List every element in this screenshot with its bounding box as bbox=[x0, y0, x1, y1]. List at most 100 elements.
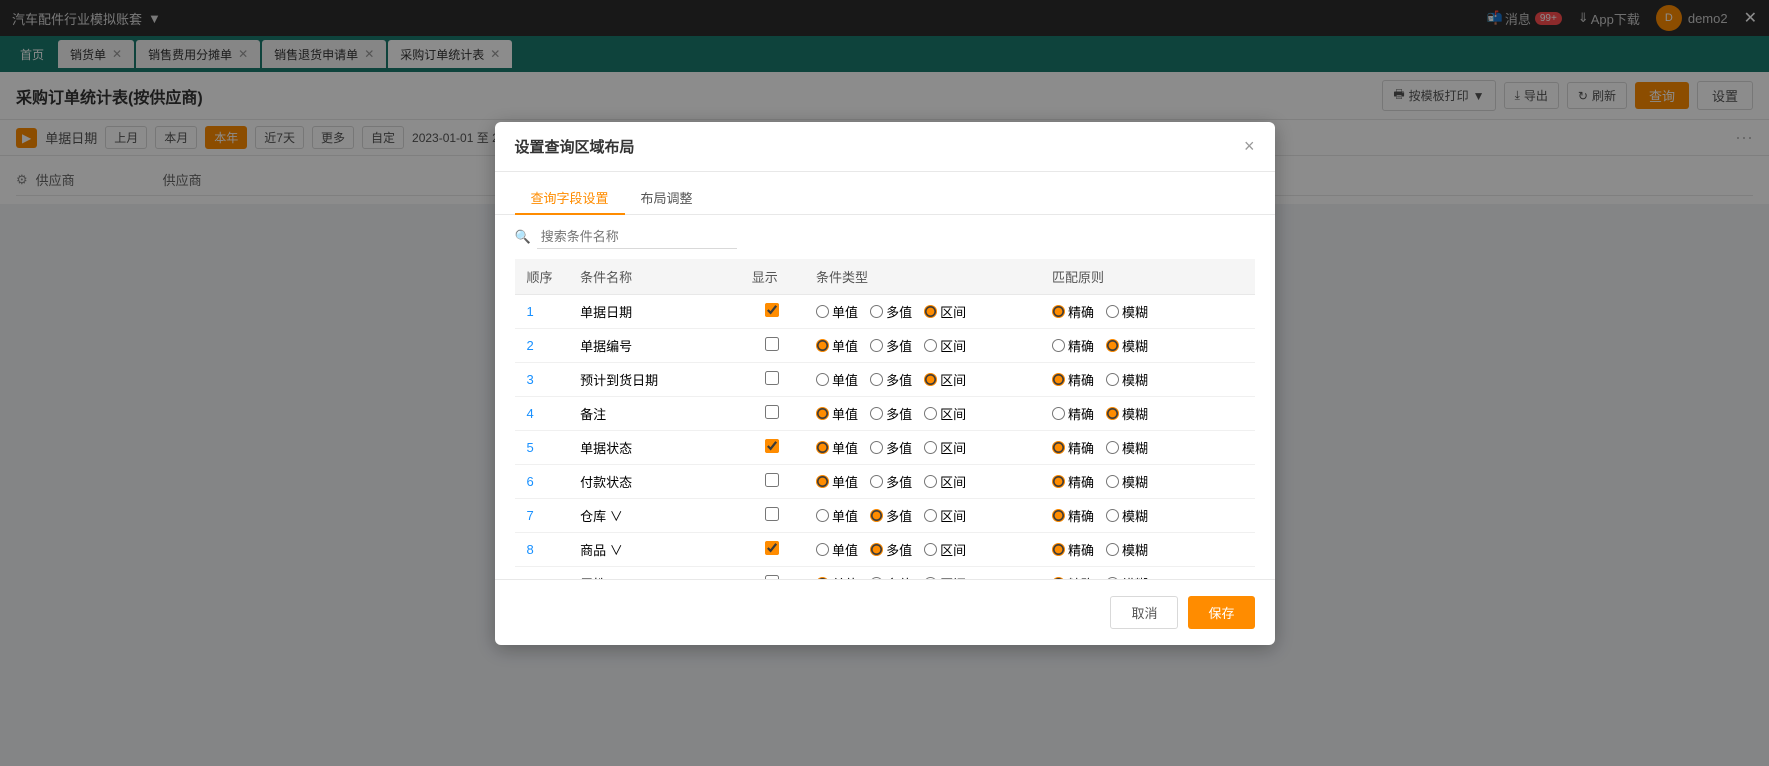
radio-item-multi[interactable]: 多值 bbox=[870, 336, 912, 355]
cell-show[interactable] bbox=[740, 294, 804, 328]
radio-item-range[interactable]: 区间 bbox=[924, 540, 966, 559]
radio-multi[interactable] bbox=[870, 305, 883, 318]
show-checkbox[interactable] bbox=[765, 541, 779, 555]
cell-show[interactable] bbox=[740, 396, 804, 430]
radio-item-fuzzy[interactable]: 模糊 bbox=[1106, 302, 1148, 321]
cell-show[interactable] bbox=[740, 464, 804, 498]
radio-single[interactable] bbox=[816, 407, 829, 420]
radio-single[interactable] bbox=[816, 543, 829, 556]
radio-multi[interactable] bbox=[870, 339, 883, 352]
radio-item-exact[interactable]: 精确 bbox=[1052, 438, 1094, 457]
dialog-tab-fields[interactable]: 查询字段设置 bbox=[515, 182, 625, 215]
radio-item-range[interactable]: 区间 bbox=[924, 472, 966, 491]
radio-fuzzy[interactable] bbox=[1106, 475, 1119, 488]
radio-exact[interactable] bbox=[1052, 373, 1065, 386]
radio-item-fuzzy[interactable]: 模糊 bbox=[1106, 472, 1148, 491]
radio-single[interactable] bbox=[816, 509, 829, 522]
radio-single[interactable] bbox=[816, 339, 829, 352]
search-input[interactable] bbox=[537, 225, 737, 249]
show-checkbox[interactable] bbox=[765, 337, 779, 351]
radio-item-fuzzy[interactable]: 模糊 bbox=[1106, 438, 1148, 457]
radio-item-exact[interactable]: 精确 bbox=[1052, 302, 1094, 321]
radio-exact[interactable] bbox=[1052, 305, 1065, 318]
radio-fuzzy[interactable] bbox=[1106, 373, 1119, 386]
radio-item-exact[interactable]: 精确 bbox=[1052, 472, 1094, 491]
radio-item-multi[interactable]: 多值 bbox=[870, 404, 912, 423]
radio-fuzzy[interactable] bbox=[1106, 305, 1119, 318]
cell-show[interactable] bbox=[740, 430, 804, 464]
radio-item-multi[interactable]: 多值 bbox=[870, 540, 912, 559]
radio-item-single[interactable]: 单值 bbox=[816, 404, 858, 423]
radio-item-single[interactable]: 单值 bbox=[816, 302, 858, 321]
radio-item-fuzzy[interactable]: 模糊 bbox=[1106, 540, 1148, 559]
radio-multi[interactable] bbox=[870, 509, 883, 522]
radio-item-fuzzy[interactable]: 模糊 bbox=[1106, 506, 1148, 525]
radio-multi[interactable] bbox=[870, 441, 883, 454]
radio-item-multi[interactable]: 多值 bbox=[870, 370, 912, 389]
radio-fuzzy[interactable] bbox=[1106, 441, 1119, 454]
radio-exact[interactable] bbox=[1052, 441, 1065, 454]
radio-item-multi[interactable]: 多值 bbox=[870, 438, 912, 457]
radio-item-fuzzy[interactable]: 模糊 bbox=[1106, 336, 1148, 355]
radio-single[interactable] bbox=[816, 441, 829, 454]
show-checkbox[interactable] bbox=[765, 507, 779, 521]
radio-item-exact[interactable]: 精确 bbox=[1052, 336, 1094, 355]
radio-multi[interactable] bbox=[870, 373, 883, 386]
radio-range[interactable] bbox=[924, 373, 937, 386]
radio-multi[interactable] bbox=[870, 407, 883, 420]
radio-range[interactable] bbox=[924, 339, 937, 352]
radio-item-range[interactable]: 区间 bbox=[924, 302, 966, 321]
radio-item-exact[interactable]: 精确 bbox=[1052, 506, 1094, 525]
radio-single[interactable] bbox=[816, 475, 829, 488]
radio-item-exact[interactable]: 精确 bbox=[1052, 404, 1094, 423]
radio-range[interactable] bbox=[924, 305, 937, 318]
cell-show[interactable] bbox=[740, 566, 804, 579]
radio-item-range[interactable]: 区间 bbox=[924, 370, 966, 389]
cell-show[interactable] bbox=[740, 328, 804, 362]
radio-item-fuzzy[interactable]: 模糊 bbox=[1106, 404, 1148, 423]
radio-exact[interactable] bbox=[1052, 543, 1065, 556]
radio-item-range[interactable]: 区间 bbox=[924, 506, 966, 525]
radio-range[interactable] bbox=[924, 475, 937, 488]
radio-item-multi[interactable]: 多值 bbox=[870, 302, 912, 321]
radio-single[interactable] bbox=[816, 305, 829, 318]
show-checkbox[interactable] bbox=[765, 371, 779, 385]
cell-show[interactable] bbox=[740, 532, 804, 566]
radio-fuzzy[interactable] bbox=[1106, 407, 1119, 420]
radio-exact[interactable] bbox=[1052, 509, 1065, 522]
radio-item-single[interactable]: 单值 bbox=[816, 506, 858, 525]
radio-item-range[interactable]: 区间 bbox=[924, 438, 966, 457]
show-checkbox[interactable] bbox=[765, 303, 779, 317]
radio-item-single[interactable]: 单值 bbox=[816, 438, 858, 457]
radio-item-multi[interactable]: 多值 bbox=[870, 506, 912, 525]
radio-item-range[interactable]: 区间 bbox=[924, 336, 966, 355]
cell-show[interactable] bbox=[740, 362, 804, 396]
radio-fuzzy[interactable] bbox=[1106, 339, 1119, 352]
radio-fuzzy[interactable] bbox=[1106, 543, 1119, 556]
show-checkbox[interactable] bbox=[765, 473, 779, 487]
radio-exact[interactable] bbox=[1052, 475, 1065, 488]
radio-item-single[interactable]: 单值 bbox=[816, 540, 858, 559]
radio-range[interactable] bbox=[924, 543, 937, 556]
radio-exact[interactable] bbox=[1052, 339, 1065, 352]
dialog-tab-layout[interactable]: 布局调整 bbox=[625, 182, 709, 215]
radio-fuzzy[interactable] bbox=[1106, 509, 1119, 522]
show-checkbox[interactable] bbox=[765, 439, 779, 453]
dialog-close-button[interactable]: × bbox=[1244, 137, 1255, 155]
radio-multi[interactable] bbox=[870, 475, 883, 488]
radio-exact[interactable] bbox=[1052, 407, 1065, 420]
radio-range[interactable] bbox=[924, 441, 937, 454]
radio-item-exact[interactable]: 精确 bbox=[1052, 540, 1094, 559]
cancel-button[interactable]: 取消 bbox=[1110, 596, 1178, 629]
radio-single[interactable] bbox=[816, 373, 829, 386]
cell-show[interactable] bbox=[740, 498, 804, 532]
radio-item-fuzzy[interactable]: 模糊 bbox=[1106, 370, 1148, 389]
radio-item-single[interactable]: 单值 bbox=[816, 336, 858, 355]
save-button[interactable]: 保存 bbox=[1188, 596, 1254, 629]
radio-item-single[interactable]: 单值 bbox=[816, 370, 858, 389]
show-checkbox[interactable] bbox=[765, 405, 779, 419]
radio-item-multi[interactable]: 多值 bbox=[870, 472, 912, 491]
radio-multi[interactable] bbox=[870, 543, 883, 556]
radio-item-range[interactable]: 区间 bbox=[924, 404, 966, 423]
radio-item-single[interactable]: 单值 bbox=[816, 472, 858, 491]
